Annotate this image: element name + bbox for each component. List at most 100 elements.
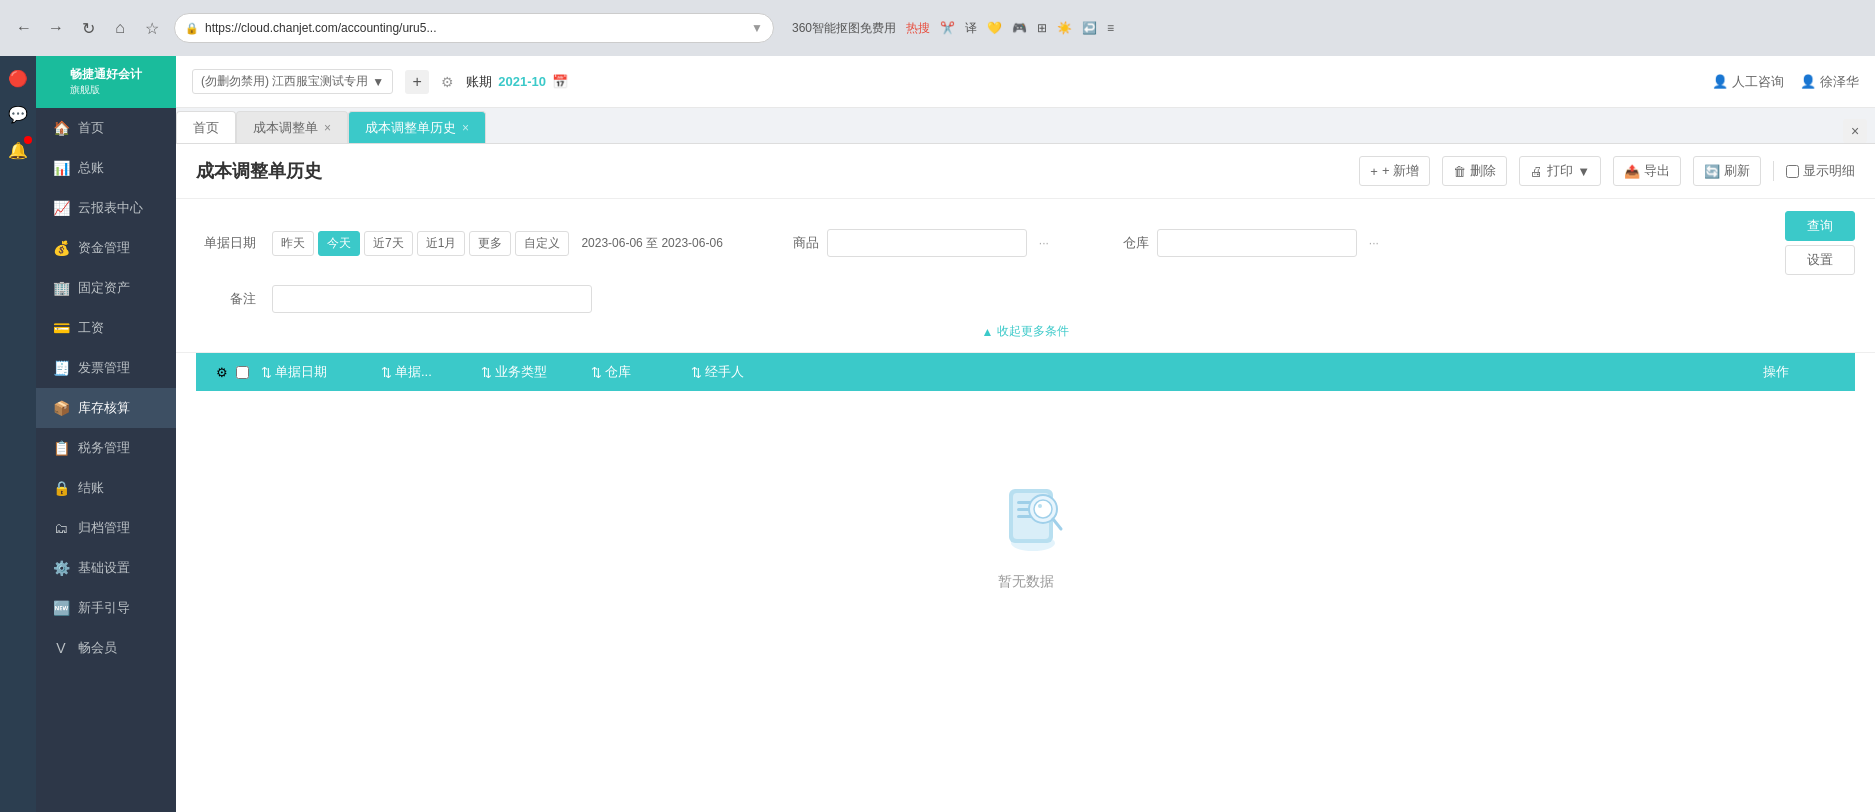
sidebar-item-funds[interactable]: 💰 资金管理	[36, 228, 176, 268]
sidebar-item-home[interactable]: 🏠 首页	[36, 108, 176, 148]
sidebar-item-assets[interactable]: 🏢 固定资产	[36, 268, 176, 308]
export-button[interactable]: 📤 导出	[1613, 156, 1681, 186]
sidebar-item-settings[interactable]: ⚙️ 基础设置	[36, 548, 176, 588]
icon-notification[interactable]: 🔔	[0, 132, 36, 168]
hot-search-label[interactable]: 热搜	[906, 20, 930, 37]
address-bar[interactable]: 🔒 https://cloud.chanjet.com/accounting/u…	[174, 13, 774, 43]
sidebar-item-tax[interactable]: 📋 税务管理	[36, 428, 176, 468]
date-btn-1month[interactable]: 近1月	[417, 231, 466, 256]
goods-more[interactable]: ···	[1039, 236, 1049, 250]
print-dropdown-icon: ▼	[1577, 164, 1590, 179]
calendar-icon[interactable]: 📅	[552, 74, 568, 89]
sidebar-item-newuser[interactable]: 🆕 新手引导	[36, 588, 176, 628]
col-person[interactable]: ⇅ 经手人	[691, 363, 791, 381]
company-selector[interactable]: (勿删勿禁用) 江西服宝测试专用 ▼	[192, 69, 393, 94]
sidebar-icon-funds: 💰	[52, 240, 70, 256]
date-btn-custom[interactable]: 自定义	[515, 231, 569, 256]
date-btn-7days[interactable]: 近7天	[364, 231, 413, 256]
query-button[interactable]: 查询	[1785, 211, 1855, 241]
sidebar-item-invoices[interactable]: 🧾 发票管理	[36, 348, 176, 388]
date-btn-yesterday[interactable]: 昨天	[272, 231, 314, 256]
refresh-button[interactable]: ↻	[74, 14, 102, 42]
export-label: 导出	[1644, 162, 1670, 180]
undo-tool[interactable]: ↩️	[1082, 21, 1097, 35]
col-type[interactable]: ⇅ 业务类型	[481, 363, 591, 381]
scissors-tool[interactable]: ✂️	[940, 21, 955, 35]
sidebar-item-reports[interactable]: 📈 云报表中心	[36, 188, 176, 228]
delete-label: 删除	[1470, 162, 1496, 180]
back-button[interactable]: ←	[10, 14, 38, 42]
col-date[interactable]: ⇅ 单据日期	[261, 363, 381, 381]
sidebar-item-wages[interactable]: 💳 工资	[36, 308, 176, 348]
icon-weibo[interactable]: 🔴	[0, 60, 36, 96]
icon-msg[interactable]: 💬	[0, 96, 36, 132]
menu-tool[interactable]: ≡	[1107, 21, 1114, 35]
search-label[interactable]: 360智能抠图免费用	[792, 20, 896, 37]
forward-button[interactable]: →	[42, 14, 70, 42]
translate-tool[interactable]: 译	[965, 20, 977, 37]
goods-input[interactable]	[827, 229, 1027, 257]
tab-home[interactable]: 首页	[176, 111, 236, 143]
new-button[interactable]: + + 新增	[1359, 156, 1430, 186]
print-button[interactable]: 🖨 打印 ▼	[1519, 156, 1601, 186]
sidebar-item-inventory[interactable]: 📦 库存核算	[36, 388, 176, 428]
tab-cost-adjust-history[interactable]: 成本调整单历史 ×	[348, 111, 486, 143]
col-warehouse[interactable]: ⇅ 仓库	[591, 363, 691, 381]
empty-illustration	[981, 471, 1071, 561]
select-all-checkbox[interactable]	[236, 366, 249, 379]
game-tool[interactable]: 🎮	[1012, 21, 1027, 35]
logo-text: 畅捷通好会计	[70, 67, 142, 83]
bookmark-button[interactable]: ☆	[138, 14, 166, 42]
settings-filter-button[interactable]: 设置	[1785, 245, 1855, 275]
sidebar-item-member[interactable]: V 畅会员	[36, 628, 176, 668]
service-button[interactable]: 👤 人工咨询	[1712, 73, 1784, 91]
sidebar-item-closing[interactable]: 🔒 结账	[36, 468, 176, 508]
sidebar-label-settings: 基础设置	[78, 559, 130, 577]
user-info[interactable]: 👤 徐泽华	[1800, 73, 1859, 91]
warehouse-more[interactable]: ···	[1369, 236, 1379, 250]
sun-tool[interactable]: ☀️	[1057, 21, 1072, 35]
date-btn-today[interactable]: 今天	[318, 231, 360, 256]
filter-row-date: 单据日期 昨天 今天 近7天 近1月 更多 自定义 2023-06-06 至 2…	[196, 211, 1855, 275]
col-num[interactable]: ⇅ 单据...	[381, 363, 481, 381]
sort-icon-warehouse: ⇅	[591, 365, 602, 380]
url-text: https://cloud.chanjet.com/accounting/uru…	[205, 21, 745, 35]
company-dropdown-icon: ▼	[372, 75, 384, 89]
browser-chrome: ← → ↻ ⌂ ☆ 🔒 https://cloud.chanjet.com/ac…	[0, 0, 1875, 56]
query-buttons: 查询 设置	[1785, 211, 1855, 275]
user-avatar-icon: 👤	[1800, 74, 1816, 89]
grid-tool[interactable]: ⊞	[1037, 21, 1047, 35]
show-detail-label[interactable]: 显示明细	[1786, 162, 1855, 180]
add-tab-button[interactable]: +	[405, 70, 429, 94]
collapse-button[interactable]: ▲ 收起更多条件	[196, 323, 1855, 340]
home-button[interactable]: ⌂	[106, 14, 134, 42]
date-btn-more[interactable]: 更多	[469, 231, 511, 256]
delete-button[interactable]: 🗑 删除	[1442, 156, 1507, 186]
table-settings-icon[interactable]: ⚙	[208, 358, 236, 386]
goods-filter: 商品 ···	[759, 229, 1053, 257]
warehouse-input[interactable]	[1157, 229, 1357, 257]
export-icon: 📤	[1624, 164, 1640, 179]
sidebar-label-member: 畅会员	[78, 639, 117, 657]
sidebar-label-assets: 固定资产	[78, 279, 130, 297]
filter-row-note: 备注	[196, 285, 1855, 313]
new-label: + 新增	[1382, 162, 1419, 180]
refresh-button[interactable]: 🔄 刷新	[1693, 156, 1761, 186]
tab-home-label: 首页	[193, 119, 219, 137]
note-input[interactable]	[272, 285, 592, 313]
period-value: 2021-10	[498, 74, 546, 89]
sidebar-icon-tax: 📋	[52, 440, 70, 456]
show-detail-checkbox[interactable]	[1786, 165, 1799, 178]
sidebar-label-tax: 税务管理	[78, 439, 130, 457]
tab-cost-adjust-close[interactable]: ×	[324, 121, 331, 135]
user-name: 徐泽华	[1820, 73, 1859, 91]
note-label: 备注	[196, 290, 256, 308]
tab-cost-adjust[interactable]: 成本调整单 ×	[236, 111, 348, 143]
settings-icon[interactable]: ⚙	[441, 74, 454, 90]
window-close-button[interactable]: ×	[1843, 119, 1867, 143]
sidebar-item-archive[interactable]: 🗂 归档管理	[36, 508, 176, 548]
sidebar-item-ledger[interactable]: 📊 总账	[36, 148, 176, 188]
wallet-tool[interactable]: 💛	[987, 21, 1002, 35]
tab-cost-adjust-history-close[interactable]: ×	[462, 121, 469, 135]
svg-point-7	[1034, 500, 1052, 518]
